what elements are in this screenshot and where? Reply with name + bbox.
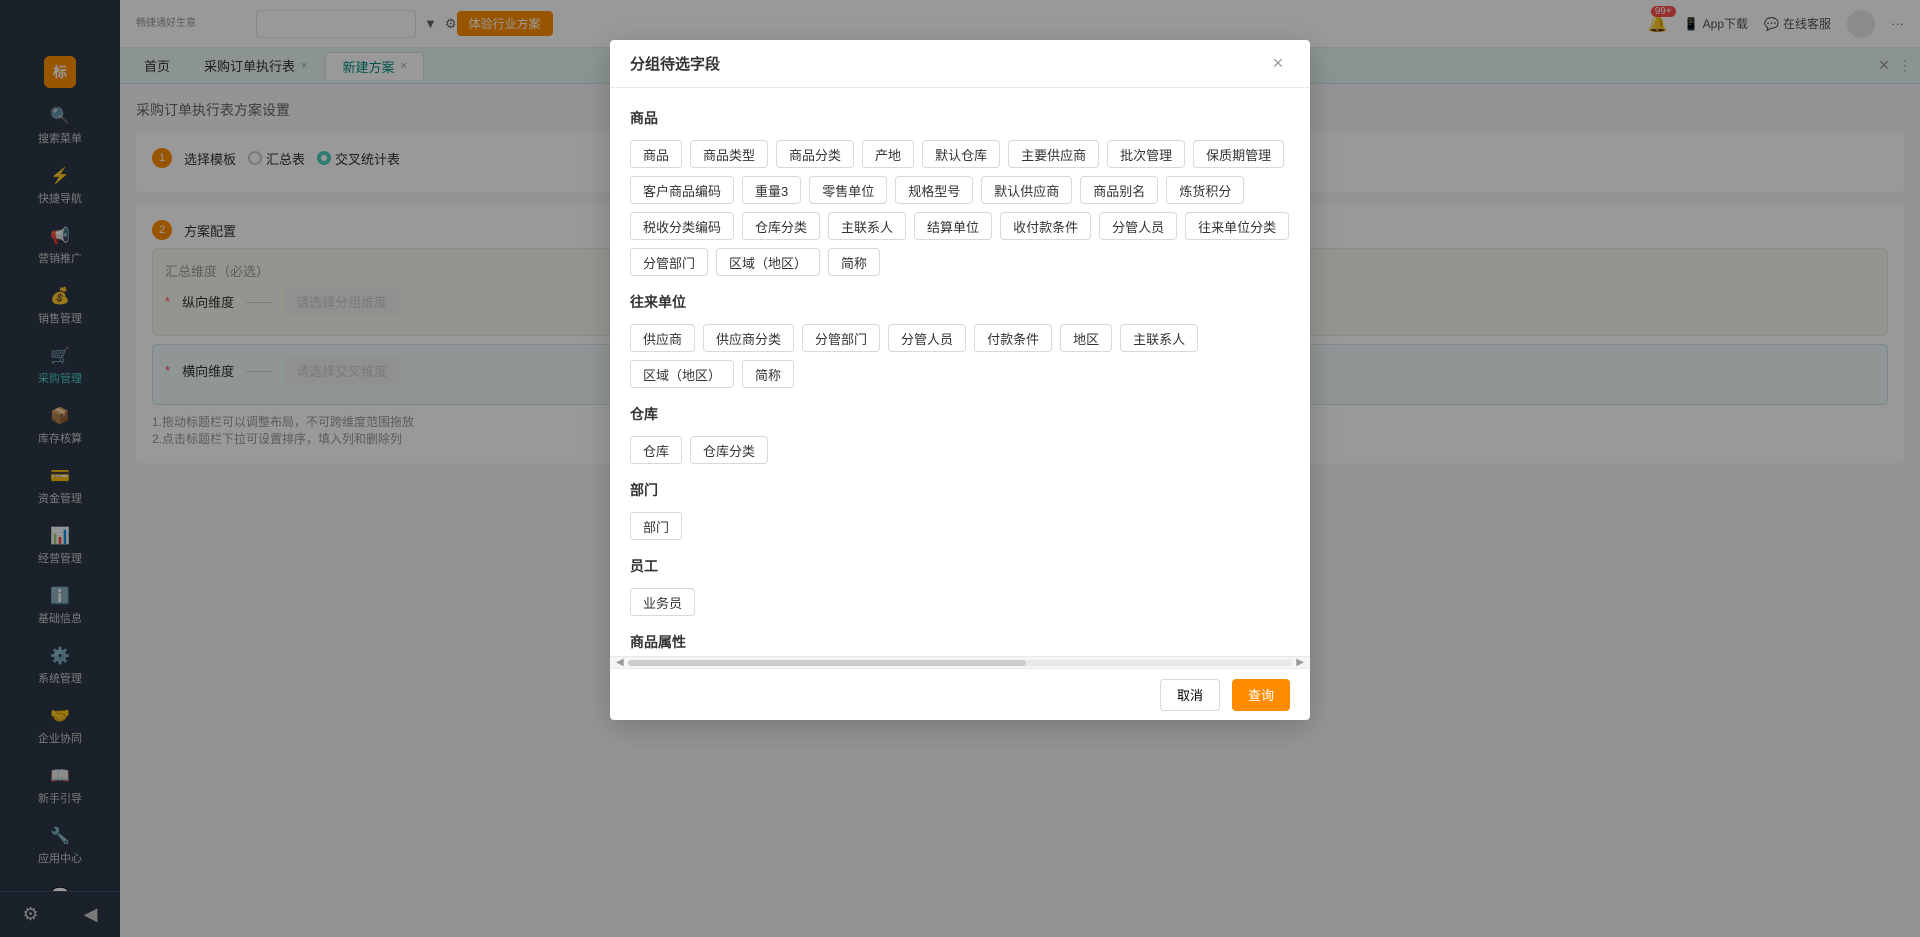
field-group-warehouse: 仓库仓库分类 (630, 436, 1290, 464)
field-tag-goods-1[interactable]: 商品类型 (690, 140, 768, 168)
field-tag-goods-9[interactable]: 重量3 (742, 176, 801, 204)
field-tag-employee-0[interactable]: 业务员 (630, 588, 695, 616)
section-title-warehouse: 仓库 (630, 404, 1290, 424)
field-tag-goods-12[interactable]: 默认供应商 (981, 176, 1072, 204)
modal-footer: 取消 查询 (610, 668, 1310, 720)
modal-header: 分组待选字段 × (610, 40, 1310, 88)
field-tag-goods-17[interactable]: 主联系人 (828, 212, 906, 240)
section-warehouse: 仓库仓库仓库分类 (630, 404, 1290, 464)
section-title-department: 部门 (630, 480, 1290, 500)
field-tag-partner-2[interactable]: 分管部门 (802, 324, 880, 352)
modal-horizontal-scrollbar[interactable]: ◀ ▶ (610, 656, 1310, 668)
confirm-button[interactable]: 查询 (1232, 679, 1290, 711)
field-tag-goods-20[interactable]: 分管人员 (1099, 212, 1177, 240)
field-select-modal: 分组待选字段 × 商品商品商品类型商品分类产地默认仓库主要供应商批次管理保质期管… (610, 40, 1310, 720)
field-tag-goods-3[interactable]: 产地 (862, 140, 914, 168)
field-tag-partner-0[interactable]: 供应商 (630, 324, 695, 352)
field-tag-goods-24[interactable]: 简称 (828, 248, 880, 276)
field-tag-goods-7[interactable]: 保质期管理 (1193, 140, 1284, 168)
field-tag-partner-6[interactable]: 主联系人 (1120, 324, 1198, 352)
section-title-product_attr: 商品属性 (630, 632, 1290, 652)
field-tag-department-0[interactable]: 部门 (630, 512, 682, 540)
modal-close-btn[interactable]: × (1266, 52, 1290, 76)
field-tag-goods-6[interactable]: 批次管理 (1107, 140, 1185, 168)
field-tag-warehouse-0[interactable]: 仓库 (630, 436, 682, 464)
field-tag-goods-2[interactable]: 商品分类 (776, 140, 854, 168)
field-tag-warehouse-1[interactable]: 仓库分类 (690, 436, 768, 464)
section-product_attr: 商品属性属性颜色多规格尺码鞋码1 (630, 632, 1290, 656)
field-tag-goods-14[interactable]: 炼货积分 (1166, 176, 1244, 204)
field-tag-partner-7[interactable]: 区域（地区） (630, 360, 734, 388)
modal-body[interactable]: 商品商品商品类型商品分类产地默认仓库主要供应商批次管理保质期管理客户商品编码重量… (610, 88, 1310, 656)
section-title-employee: 员工 (630, 556, 1290, 576)
cancel-button[interactable]: 取消 (1160, 679, 1220, 711)
field-tag-goods-18[interactable]: 结算单位 (914, 212, 992, 240)
field-tag-goods-4[interactable]: 默认仓库 (922, 140, 1000, 168)
field-tag-goods-10[interactable]: 零售单位 (809, 176, 887, 204)
field-group-department: 部门 (630, 512, 1290, 540)
section-department: 部门部门 (630, 480, 1290, 540)
modal-overlay: 分组待选字段 × 商品商品商品类型商品分类产地默认仓库主要供应商批次管理保质期管… (0, 0, 1920, 937)
field-tag-partner-4[interactable]: 付款条件 (974, 324, 1052, 352)
section-employee: 员工业务员 (630, 556, 1290, 616)
modal-title: 分组待选字段 (630, 53, 720, 74)
field-tag-goods-13[interactable]: 商品别名 (1080, 176, 1158, 204)
field-tag-goods-0[interactable]: 商品 (630, 140, 682, 168)
field-tag-goods-5[interactable]: 主要供应商 (1008, 140, 1099, 168)
section-title-partner: 往来单位 (630, 292, 1290, 312)
field-tag-partner-3[interactable]: 分管人员 (888, 324, 966, 352)
field-tag-goods-8[interactable]: 客户商品编码 (630, 176, 734, 204)
field-tag-goods-21[interactable]: 往来单位分类 (1185, 212, 1289, 240)
field-tag-goods-23[interactable]: 区域（地区） (716, 248, 820, 276)
field-tag-partner-1[interactable]: 供应商分类 (703, 324, 794, 352)
field-group-goods: 商品商品类型商品分类产地默认仓库主要供应商批次管理保质期管理客户商品编码重量3 零… (630, 140, 1290, 276)
field-tag-goods-16[interactable]: 仓库分类 (742, 212, 820, 240)
field-tag-partner-5[interactable]: 地区 (1060, 324, 1112, 352)
section-goods: 商品商品商品类型商品分类产地默认仓库主要供应商批次管理保质期管理客户商品编码重量… (630, 108, 1290, 276)
field-tag-goods-22[interactable]: 分管部门 (630, 248, 708, 276)
section-title-goods: 商品 (630, 108, 1290, 128)
field-tag-goods-15[interactable]: 税收分类编码 (630, 212, 734, 240)
section-partner: 往来单位供应商供应商分类分管部门分管人员付款条件地区主联系人区域（地区） 简称 (630, 292, 1290, 388)
field-tag-goods-11[interactable]: 规格型号 (895, 176, 973, 204)
field-tag-partner-8[interactable]: 简称 (742, 360, 794, 388)
field-group-partner: 供应商供应商分类分管部门分管人员付款条件地区主联系人区域（地区） 简称 (630, 324, 1290, 388)
field-tag-goods-19[interactable]: 收付款条件 (1000, 212, 1091, 240)
field-group-employee: 业务员 (630, 588, 1290, 616)
